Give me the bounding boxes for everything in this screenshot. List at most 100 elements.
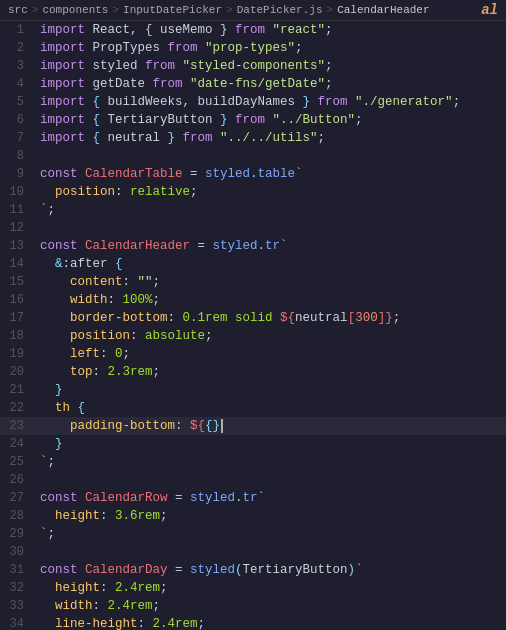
line-number: 27 <box>0 491 36 505</box>
line-number: 16 <box>0 293 36 307</box>
line-content: `; <box>36 525 506 543</box>
code-line: 27const CalendarRow = styled.tr` <box>0 489 506 507</box>
code-line: 23 padding-bottom: ${{} <box>0 417 506 435</box>
code-line: 8 <box>0 147 506 165</box>
code-area: 1import React, { useMemo } from "react";… <box>0 21 506 630</box>
text-cursor <box>221 419 223 433</box>
line-content: left: 0; <box>36 345 506 363</box>
line-number: 25 <box>0 455 36 469</box>
line-content: padding-bottom: ${{} <box>36 417 506 435</box>
code-line: 22 th { <box>0 399 506 417</box>
line-number: 11 <box>0 203 36 217</box>
line-number: 23 <box>0 419 36 433</box>
line-number: 29 <box>0 527 36 541</box>
code-line: 18 position: absolute; <box>0 327 506 345</box>
line-number: 31 <box>0 563 36 577</box>
line-content: width: 100%; <box>36 291 506 309</box>
breadcrumb-components: components <box>42 4 108 16</box>
line-content: position: relative; <box>36 183 506 201</box>
line-number: 19 <box>0 347 36 361</box>
code-line: 33 width: 2.4rem; <box>0 597 506 615</box>
breadcrumb-datepicker: DatePicker.js <box>237 4 323 16</box>
code-line: 31const CalendarDay = styled(TertiaryBut… <box>0 561 506 579</box>
code-line: 34 line-height: 2.4rem; <box>0 615 506 630</box>
code-line: 19 left: 0; <box>0 345 506 363</box>
code-line: 30 <box>0 543 506 561</box>
code-line: 7import { neutral } from "../../utils"; <box>0 129 506 147</box>
breadcrumb-calendarheader: CalendarHeader <box>337 4 429 16</box>
line-number: 14 <box>0 257 36 271</box>
line-content: `; <box>36 453 506 471</box>
line-content: border-bottom: 0.1rem solid ${neutral[30… <box>36 309 506 327</box>
code-line: 12 <box>0 219 506 237</box>
line-number: 32 <box>0 581 36 595</box>
line-content: height: 2.4rem; <box>36 579 506 597</box>
line-number: 2 <box>0 41 36 55</box>
line-number: 17 <box>0 311 36 325</box>
code-line: 26 <box>0 471 506 489</box>
line-number: 4 <box>0 77 36 91</box>
line-number: 24 <box>0 437 36 451</box>
line-number: 26 <box>0 473 36 487</box>
line-content: import PropTypes from "prop-types"; <box>36 39 506 57</box>
line-number: 21 <box>0 383 36 397</box>
code-line: 21 } <box>0 381 506 399</box>
line-number: 5 <box>0 95 36 109</box>
line-content: const CalendarRow = styled.tr` <box>36 489 506 507</box>
line-content: const CalendarTable = styled.table` <box>36 165 506 183</box>
line-content: const CalendarHeader = styled.tr` <box>36 237 506 255</box>
line-number: 22 <box>0 401 36 415</box>
line-number: 15 <box>0 275 36 289</box>
breadcrumb: src > components > InputDatePicker > Dat… <box>0 0 506 21</box>
line-content: content: ""; <box>36 273 506 291</box>
breadcrumb-src: src <box>8 4 28 16</box>
code-line: 32 height: 2.4rem; <box>0 579 506 597</box>
line-content: &:after { <box>36 255 506 273</box>
line-content: import { buildWeeks, buildDayNames } fro… <box>36 93 506 111</box>
line-number: 9 <box>0 167 36 181</box>
logo-text: al <box>481 2 498 18</box>
code-line: 3import styled from "styled-components"; <box>0 57 506 75</box>
code-line: 2import PropTypes from "prop-types"; <box>0 39 506 57</box>
line-content: import { TertiaryButton } from "../Butto… <box>36 111 506 129</box>
line-number: 20 <box>0 365 36 379</box>
line-content: import styled from "styled-components"; <box>36 57 506 75</box>
line-number: 7 <box>0 131 36 145</box>
code-line: 4import getDate from "date-fns/getDate"; <box>0 75 506 93</box>
line-content: } <box>36 381 506 399</box>
code-line: 25`; <box>0 453 506 471</box>
line-content: position: absolute; <box>36 327 506 345</box>
line-content: import React, { useMemo } from "react"; <box>36 21 506 39</box>
code-line: 15 content: ""; <box>0 273 506 291</box>
code-line: 11`; <box>0 201 506 219</box>
code-line: 24 } <box>0 435 506 453</box>
code-line: 14 &:after { <box>0 255 506 273</box>
code-line: 10 position: relative; <box>0 183 506 201</box>
line-content: import getDate from "date-fns/getDate"; <box>36 75 506 93</box>
code-lines: 1import React, { useMemo } from "react";… <box>0 21 506 630</box>
breadcrumb-inputdatepicker: InputDatePicker <box>123 4 222 16</box>
line-content: `; <box>36 201 506 219</box>
line-content: top: 2.3rem; <box>36 363 506 381</box>
line-number: 13 <box>0 239 36 253</box>
line-content: const CalendarDay = styled(TertiaryButto… <box>36 561 506 579</box>
code-line: 13const CalendarHeader = styled.tr` <box>0 237 506 255</box>
line-number: 1 <box>0 23 36 37</box>
code-line: 20 top: 2.3rem; <box>0 363 506 381</box>
line-number: 33 <box>0 599 36 613</box>
line-number: 18 <box>0 329 36 343</box>
line-number: 8 <box>0 149 36 163</box>
line-number: 30 <box>0 545 36 559</box>
code-line: 6import { TertiaryButton } from "../Butt… <box>0 111 506 129</box>
editor-container: src > components > InputDatePicker > Dat… <box>0 0 506 630</box>
line-number: 12 <box>0 221 36 235</box>
line-content: } <box>36 435 506 453</box>
line-number: 34 <box>0 617 36 630</box>
line-number: 3 <box>0 59 36 73</box>
code-line: 5import { buildWeeks, buildDayNames } fr… <box>0 93 506 111</box>
code-line: 16 width: 100%; <box>0 291 506 309</box>
code-line: 17 border-bottom: 0.1rem solid ${neutral… <box>0 309 506 327</box>
code-line: 1import React, { useMemo } from "react"; <box>0 21 506 39</box>
line-content: line-height: 2.4rem; <box>36 615 506 630</box>
line-number: 10 <box>0 185 36 199</box>
